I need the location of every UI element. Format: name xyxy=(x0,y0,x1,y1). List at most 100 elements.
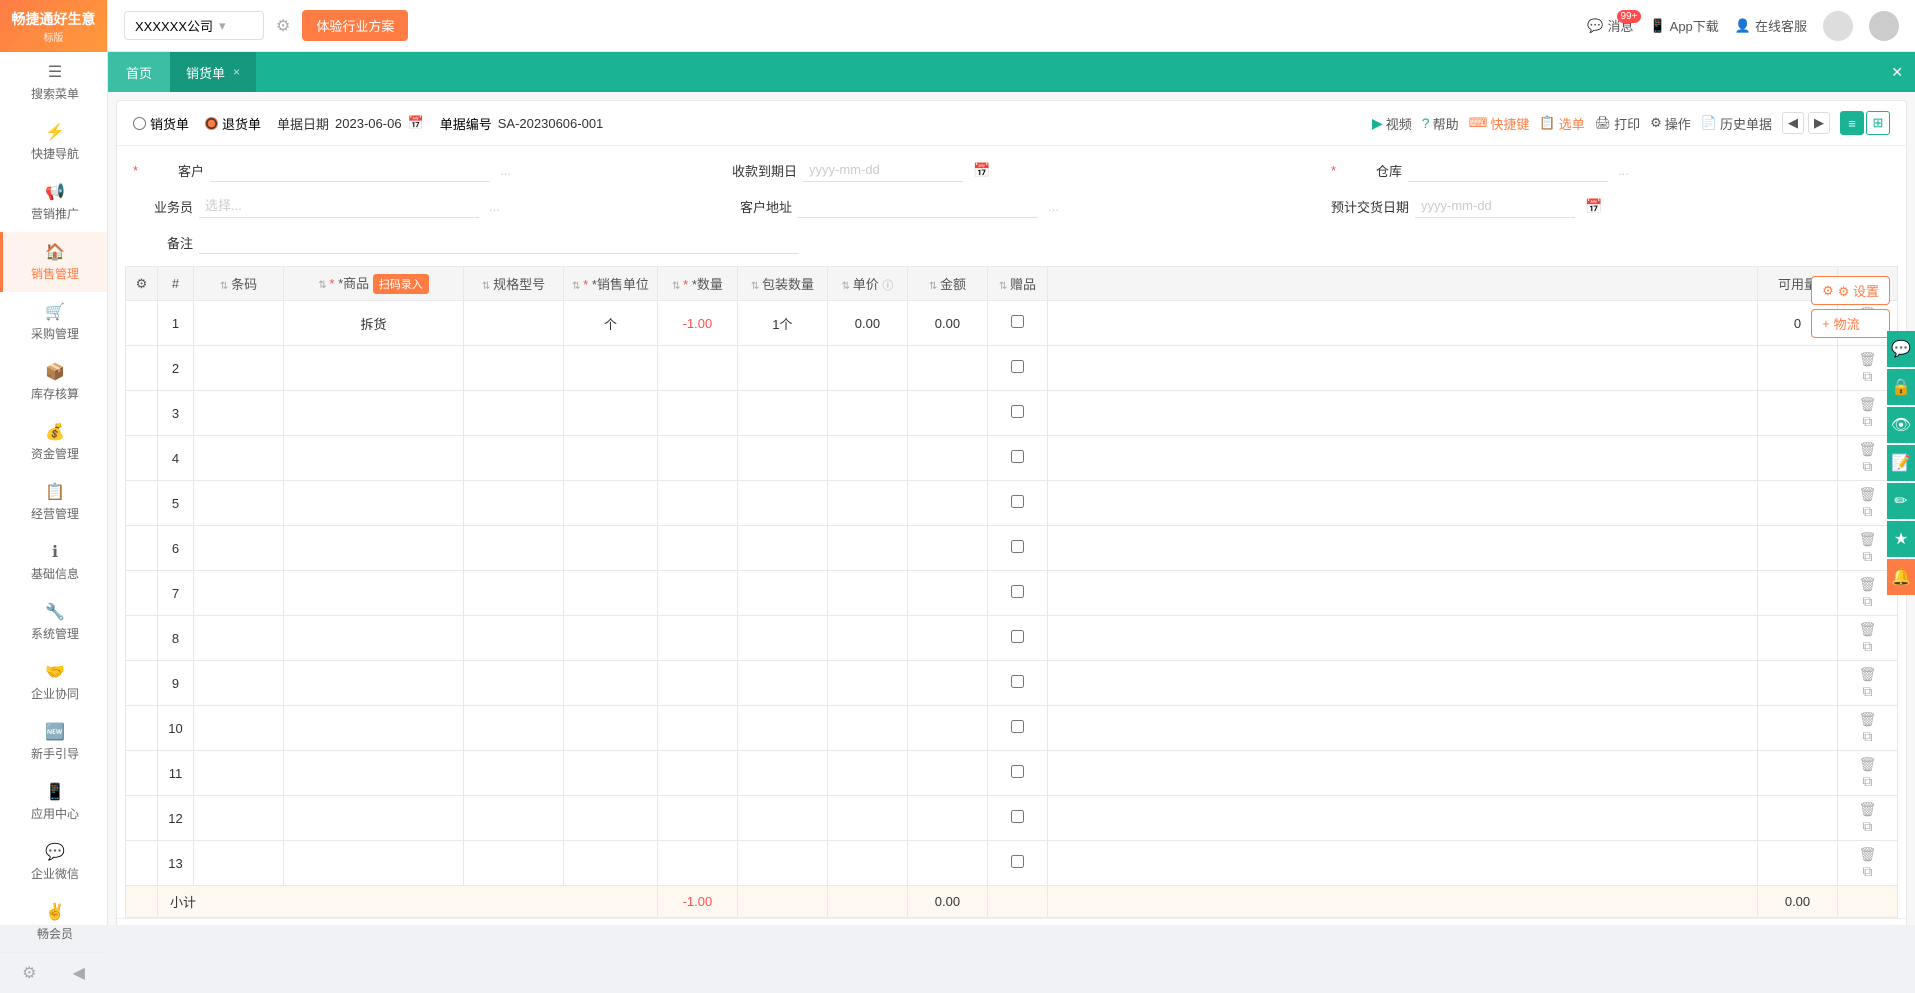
cell-spec-9[interactable] xyxy=(464,661,564,706)
cell-qty-9[interactable] xyxy=(657,661,737,706)
cell-price-5[interactable] xyxy=(827,481,907,526)
receive-date-input[interactable] xyxy=(803,158,963,182)
cell-qty-10[interactable] xyxy=(657,706,737,751)
cell-barcode-5[interactable] xyxy=(194,481,284,526)
cell-gift-11[interactable] xyxy=(987,751,1047,796)
delete-row-btn-9[interactable]: 🗑 xyxy=(1856,666,1880,683)
help-tool-btn[interactable]: ? 帮助 xyxy=(1422,114,1459,133)
list-view-icon[interactable]: ≡ xyxy=(1840,111,1864,135)
delete-row-btn-6[interactable]: 🗑 xyxy=(1856,531,1880,548)
cell-gift-1[interactable] xyxy=(987,301,1047,346)
cell-barcode-7[interactable] xyxy=(194,571,284,616)
close-all-tabs-icon[interactable]: ✕ xyxy=(1891,64,1903,81)
cell-product-6[interactable] xyxy=(284,526,464,571)
cell-spec-11[interactable] xyxy=(464,751,564,796)
cell-barcode-2[interactable] xyxy=(194,346,284,391)
cell-spec-10[interactable] xyxy=(464,706,564,751)
radio-sale-order[interactable]: 销货单 xyxy=(133,114,189,133)
tab-sales-order[interactable]: 销货单 × xyxy=(170,52,256,92)
gift-checkbox-13[interactable] xyxy=(1011,855,1024,868)
ops-tool-btn[interactable]: ⚙ 操作 xyxy=(1650,114,1691,133)
sidebar-item-inventory[interactable]: 📦 库存核算 xyxy=(0,352,107,412)
cell-product-7[interactable] xyxy=(284,571,464,616)
delete-row-btn-8[interactable]: 🗑 xyxy=(1856,621,1880,638)
cell-price-8[interactable] xyxy=(827,616,907,661)
cell-spec-8[interactable] xyxy=(464,616,564,661)
delete-row-btn-10[interactable]: 🗑 xyxy=(1856,711,1880,728)
cell-barcode-13[interactable] xyxy=(194,841,284,886)
right-panel-btn-2[interactable]: 🔒 xyxy=(1887,369,1915,405)
logistics-button[interactable]: + 物流 xyxy=(1811,309,1890,338)
copy-row-btn-2[interactable]: ⧉ xyxy=(1860,368,1876,385)
price-info-icon[interactable]: ⓘ xyxy=(882,280,893,292)
cell-gift-5[interactable] xyxy=(987,481,1047,526)
cell-spec-6[interactable] xyxy=(464,526,564,571)
cell-barcode-3[interactable] xyxy=(194,391,284,436)
cell-qty-5[interactable] xyxy=(657,481,737,526)
next-record-btn[interactable]: ▶ xyxy=(1808,112,1830,134)
sidebar-item-basic[interactable]: ℹ 基础信息 xyxy=(0,532,107,592)
salesperson-input[interactable] xyxy=(199,194,479,218)
cell-gift-4[interactable] xyxy=(987,436,1047,481)
scan-button[interactable]: 扫码录入 xyxy=(373,274,429,294)
cell-barcode-4[interactable] xyxy=(194,436,284,481)
cell-gift-10[interactable] xyxy=(987,706,1047,751)
cell-qty-8[interactable] xyxy=(657,616,737,661)
cell-product-10[interactable] xyxy=(284,706,464,751)
radio-sale-input[interactable] xyxy=(133,117,146,130)
customer-address-dots-icon[interactable]: ... xyxy=(1048,199,1059,214)
cell-price-11[interactable] xyxy=(827,751,907,796)
cell-barcode-11[interactable] xyxy=(194,751,284,796)
gift-checkbox-4[interactable] xyxy=(1011,450,1024,463)
customer-address-input[interactable] xyxy=(798,194,1038,218)
delete-row-btn-2[interactable]: 🗑 xyxy=(1856,351,1880,368)
avatar[interactable] xyxy=(1823,11,1853,41)
gift-checkbox-5[interactable] xyxy=(1011,495,1024,508)
settings-icon[interactable]: ⚙ xyxy=(22,963,36,983)
delete-row-btn-3[interactable]: 🗑 xyxy=(1856,396,1880,413)
sidebar-item-system[interactable]: 🔧 系统管理 xyxy=(0,592,107,652)
sidebar-item-search[interactable]: ☰ 搜索菜单 xyxy=(0,52,107,112)
cell-price-9[interactable] xyxy=(827,661,907,706)
gift-checkbox-11[interactable] xyxy=(1011,765,1024,778)
sidebar-item-finance[interactable]: 💰 资金管理 xyxy=(0,412,107,472)
copy-row-btn-9[interactable]: ⧉ xyxy=(1860,683,1876,700)
cell-price-6[interactable] xyxy=(827,526,907,571)
delete-row-btn-12[interactable]: 🗑 xyxy=(1856,801,1880,818)
cell-spec-2[interactable] xyxy=(464,346,564,391)
sidebar-item-wecom[interactable]: 💬 企业微信 xyxy=(0,832,107,892)
cell-spec-5[interactable] xyxy=(464,481,564,526)
notes-input[interactable] xyxy=(199,230,799,254)
sidebar-item-quicknav[interactable]: ⚡ 快捷导航 xyxy=(0,112,107,172)
right-panel-btn-3[interactable]: 👁 xyxy=(1887,407,1915,443)
right-panel-btn-1[interactable]: 💬 xyxy=(1887,331,1915,367)
cell-qty-4[interactable] xyxy=(657,436,737,481)
cell-barcode-9[interactable] xyxy=(194,661,284,706)
delete-row-btn-11[interactable]: 🗑 xyxy=(1856,756,1880,773)
delete-row-btn-5[interactable]: 🗑 xyxy=(1856,486,1880,503)
shortcut-tool-btn[interactable]: ⌨ 快捷键 xyxy=(1469,114,1530,133)
copy-row-btn-13[interactable]: ⧉ xyxy=(1860,863,1876,880)
cell-qty-6[interactable] xyxy=(657,526,737,571)
cell-price-10[interactable] xyxy=(827,706,907,751)
cell-product-8[interactable] xyxy=(284,616,464,661)
cell-barcode-12[interactable] xyxy=(194,796,284,841)
cell-product-5[interactable] xyxy=(284,481,464,526)
gift-checkbox-2[interactable] xyxy=(1011,360,1024,373)
warehouse-input[interactable]: 建材仓 xyxy=(1408,158,1608,182)
cell-product-1[interactable]: 拆货 xyxy=(284,301,464,346)
cell-spec-1[interactable] xyxy=(464,301,564,346)
delete-row-btn-13[interactable]: 🗑 xyxy=(1856,846,1880,863)
sidebar-item-operations[interactable]: 📋 经营管理 xyxy=(0,472,107,532)
cell-qty-11[interactable] xyxy=(657,751,737,796)
cell-gift-7[interactable] xyxy=(987,571,1047,616)
cell-price-12[interactable] xyxy=(827,796,907,841)
print-tool-btn[interactable]: 🖨 打印 xyxy=(1595,114,1641,133)
cell-price-13[interactable] xyxy=(827,841,907,886)
copy-row-btn-12[interactable]: ⧉ xyxy=(1860,818,1876,835)
cell-price-4[interactable] xyxy=(827,436,907,481)
gift-checkbox-6[interactable] xyxy=(1011,540,1024,553)
right-panel-btn-5[interactable]: ✏ xyxy=(1887,483,1915,519)
cell-spec-3[interactable] xyxy=(464,391,564,436)
gift-checkbox-9[interactable] xyxy=(1011,675,1024,688)
